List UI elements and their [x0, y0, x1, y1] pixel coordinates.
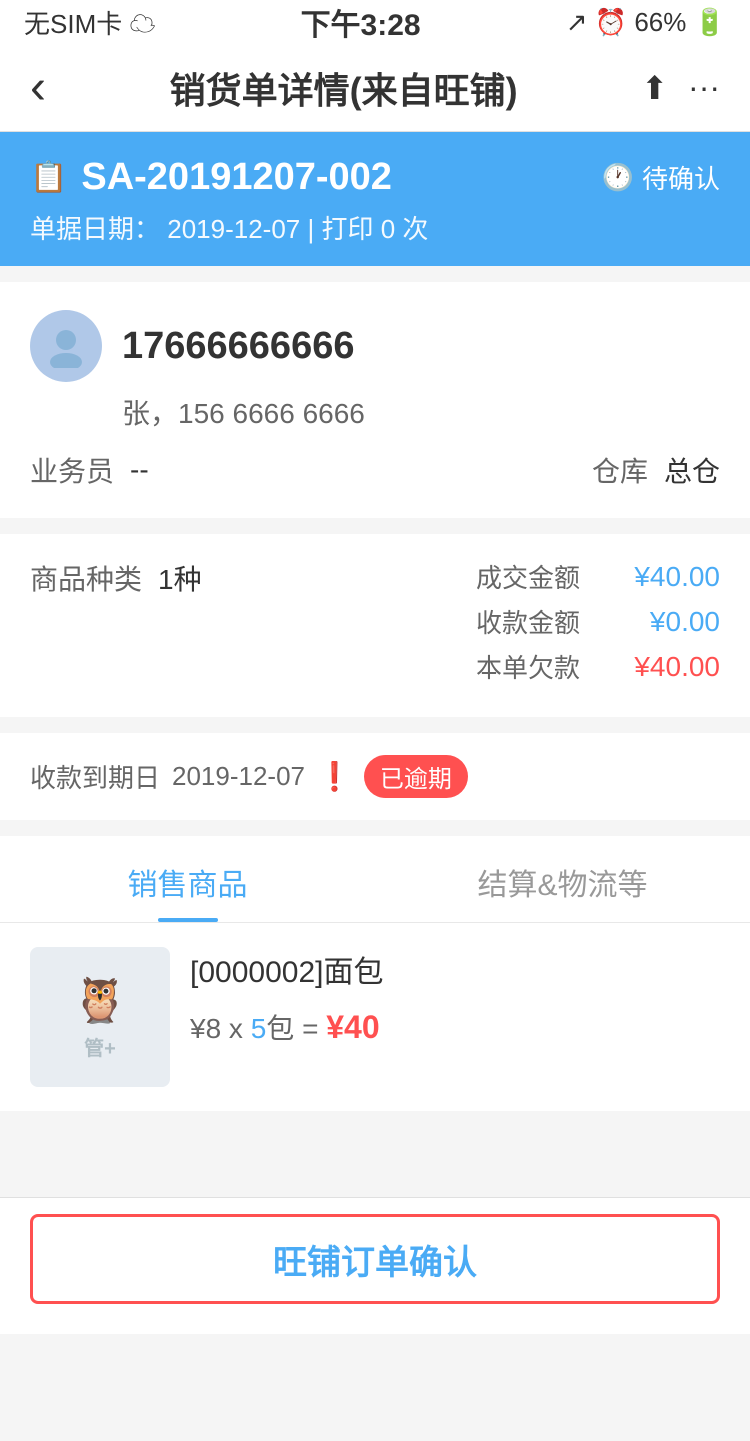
product-type-label: 商品种类: [30, 558, 142, 598]
info-section: 商品种类 1种 成交金额 ¥40.00 收款金额 ¥0.00 本单欠款 ¥40.…: [0, 534, 750, 717]
battery-icon: ↗ ⏰ 66% 🔋: [566, 7, 726, 38]
thumb-brand-text: 管+: [84, 1032, 116, 1061]
warehouse-label: 仓库: [592, 450, 648, 490]
product-info: [0000002]面包 ¥8 x 5包 = ¥40: [190, 947, 720, 1087]
due-section: 收款到期日 2019-12-07 ❗ 已逾期: [0, 733, 750, 820]
owed-value: ¥40.00: [600, 651, 720, 683]
amount-value: ¥40.00: [600, 561, 720, 593]
thumb-icon: 🦉: [73, 974, 128, 1026]
status-time: 下午3:28: [301, 0, 421, 44]
share-icon[interactable]: ⬆: [641, 69, 668, 107]
customer-name: 张，156 6666 6666: [122, 392, 720, 432]
status-right: ↗ ⏰ 66% 🔋: [566, 7, 726, 38]
status-bar: 无SIM卡 ☁ 下午3:28 ↗ ⏰ 66% 🔋: [0, 0, 750, 44]
order-id: 📋 SA-20191207-002: [30, 156, 392, 199]
salesman-label: 业务员: [30, 450, 114, 490]
collection-label: 收款金额: [476, 603, 580, 640]
product-name: [0000002]面包: [190, 947, 720, 991]
clock-icon: 🕐: [602, 162, 634, 193]
sim-status: 无SIM卡 ☁: [24, 4, 155, 41]
overdue-icon: ❗: [317, 760, 352, 793]
confirm-order-button[interactable]: 旺铺订单确认: [30, 1214, 720, 1304]
customer-phone: 17666666666: [122, 325, 354, 368]
status-left: 无SIM卡 ☁: [24, 4, 155, 41]
owed-label: 本单欠款: [476, 648, 580, 685]
order-header: 📋 SA-20191207-002 🕐 待确认 单据日期： 2019-12-07…: [0, 132, 750, 266]
customer-meta: 业务员 -- 仓库 总仓: [30, 450, 720, 490]
amount-label: 成交金额: [476, 558, 580, 595]
nav-bar: ‹ 销货单详情(来自旺铺) ⬆ ···: [0, 44, 750, 132]
warehouse-value: 总仓: [664, 450, 720, 490]
order-icon: 📋: [30, 160, 67, 195]
product-thumbnail: 🦉 管+: [30, 947, 170, 1087]
overdue-badge: 已逾期: [364, 755, 468, 798]
tab-sales-products[interactable]: 销售商品: [0, 836, 375, 922]
collection-value: ¥0.00: [600, 606, 720, 638]
due-date-label: 收款到期日: [30, 758, 160, 795]
tabs-section: 销售商品 结算&物流等 🦉 管+ [0000002]面包 ¥8 x 5包 = ¥…: [0, 836, 750, 1111]
back-button[interactable]: ‹: [30, 60, 46, 115]
order-date: 单据日期： 2019-12-07 | 打印 0 次: [30, 209, 720, 246]
nav-icons: ⬆ ···: [641, 69, 720, 107]
product-price: ¥8 x 5包 = ¥40: [190, 1007, 720, 1047]
bottom-button-area: 旺铺订单确认: [0, 1197, 750, 1334]
page-title: 销货单详情(来自旺铺): [170, 62, 518, 114]
salesman-value: --: [130, 454, 149, 486]
more-icon[interactable]: ···: [688, 69, 720, 106]
tab-settlement[interactable]: 结算&物流等: [375, 836, 750, 922]
amounts-block: 成交金额 ¥40.00 收款金额 ¥0.00 本单欠款 ¥40.00: [476, 558, 720, 693]
due-date-value: 2019-12-07: [172, 761, 305, 792]
product-type-value: 1种: [158, 558, 202, 598]
product-item: 🦉 管+ [0000002]面包 ¥8 x 5包 = ¥40: [0, 923, 750, 1111]
tabs-row: 销售商品 结算&物流等: [0, 836, 750, 923]
avatar: [30, 310, 102, 382]
customer-section: 17666666666 张，156 6666 6666 业务员 -- 仓库 总仓: [0, 282, 750, 518]
order-status: 🕐 待确认: [602, 159, 720, 196]
